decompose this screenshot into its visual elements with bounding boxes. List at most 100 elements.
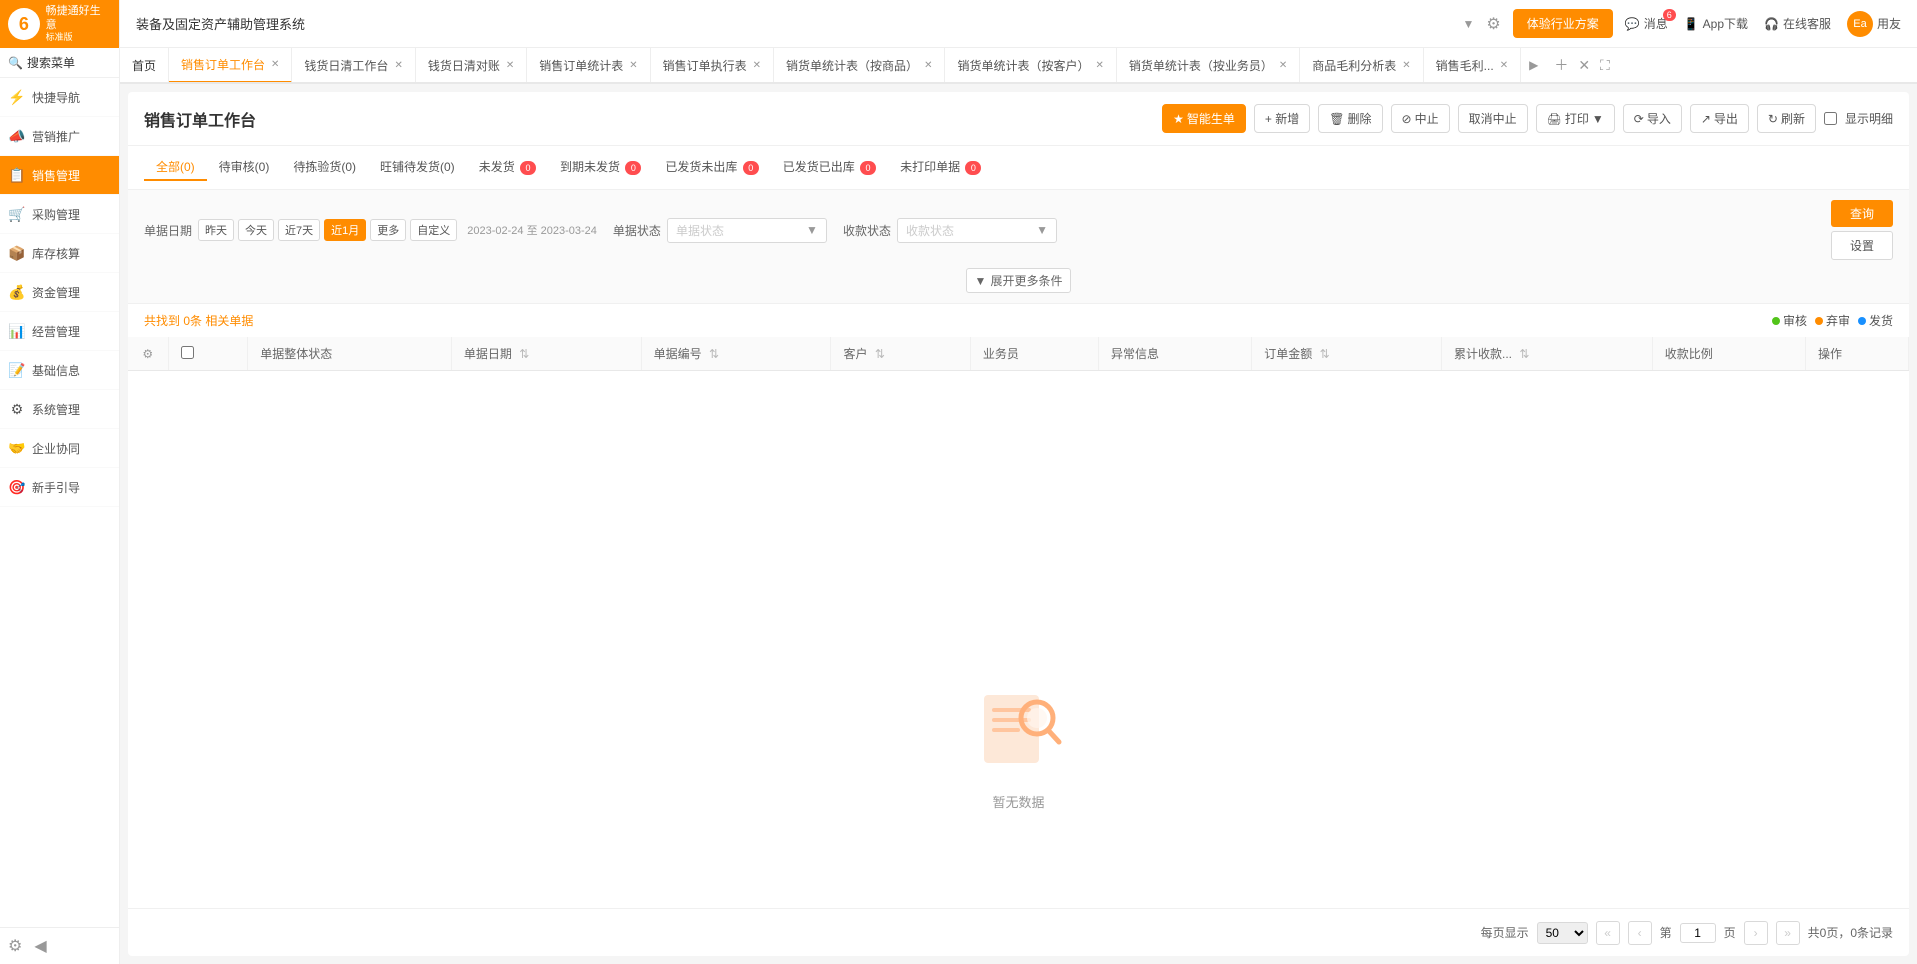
refresh-button[interactable]: ↻ 刷新	[1757, 104, 1816, 133]
print-button[interactable]: 🖨 打印 ▼	[1536, 104, 1615, 133]
query-button[interactable]: 查询	[1831, 200, 1893, 227]
cancel-stop-button[interactable]: 取消中止	[1458, 104, 1528, 133]
filter-tab-unprinted[interactable]: 未打印单据 0	[888, 154, 993, 181]
settings-gear-icon[interactable]: ⚙	[8, 936, 22, 956]
delete-button[interactable]: 🗑 删除	[1318, 104, 1382, 133]
tab-close-all-icon[interactable]: ✕	[1574, 55, 1594, 76]
table-col-amount[interactable]: 订单金额 ⇅	[1252, 337, 1442, 371]
system-dropdown[interactable]: ▼	[1462, 17, 1474, 31]
collapse-icon[interactable]: ◀	[34, 936, 46, 956]
tab-close-icon[interactable]: ✕	[1402, 60, 1410, 71]
payment-filter-select[interactable]: 收款状态 ▼	[897, 218, 1057, 243]
7days-btn[interactable]: 近7天	[278, 219, 320, 241]
tab-daily-clear[interactable]: 钱货日清工作台 ✕	[292, 48, 415, 83]
sidebar-item-finance[interactable]: 💰 资金管理	[0, 273, 119, 312]
filter-tab-pending-review[interactable]: 待审核(0)	[207, 154, 282, 181]
batch-ship-button[interactable]: 发货	[1858, 312, 1893, 329]
stop-button[interactable]: ⊘ 中止	[1391, 104, 1450, 133]
tab-sales-order-workbench[interactable]: 销售订单工作台 ✕	[169, 48, 292, 83]
prev-page-button[interactable]: ‹	[1628, 921, 1652, 945]
first-page-button[interactable]: «	[1596, 921, 1620, 945]
tab-sales-by-customer[interactable]: 销货单统计表（按客户） ✕	[945, 48, 1116, 83]
settings-condition-button[interactable]: 设置	[1831, 231, 1893, 260]
filter-tab-unshipped[interactable]: 未发货 0	[467, 154, 548, 181]
tab-daily-reconcile[interactable]: 钱货日清对账 ✕	[416, 48, 527, 83]
table-col-customer[interactable]: 客户 ⇅	[831, 337, 970, 371]
tab-sales-by-product[interactable]: 销货单统计表（按商品） ✕	[774, 48, 945, 83]
tab-sales-by-staff[interactable]: 销货单统计表（按业务员） ✕	[1117, 48, 1300, 83]
filter-tab-shipped-not-out[interactable]: 已发货未出库 0	[653, 154, 770, 181]
online-service-button[interactable]: 🎧 在线客服	[1764, 15, 1831, 32]
filter-tab-overdue-unshipped[interactable]: 到期未发货 0	[548, 154, 653, 181]
table-col-number[interactable]: 单据编号 ⇅	[641, 337, 831, 371]
sidebar-item-inventory[interactable]: 📦 库存核算	[0, 234, 119, 273]
filter-tab-all[interactable]: 全部(0)	[144, 154, 207, 181]
batch-reject-button[interactable]: 弃审	[1815, 312, 1850, 329]
tab-fullscreen-icon[interactable]: ⛶	[1596, 55, 1614, 76]
sidebar-item-sysadmin[interactable]: ⚙ 系统管理	[0, 390, 119, 429]
tab-sales-execution[interactable]: 销售订单执行表 ✕	[651, 48, 774, 83]
table-col-checkbox[interactable]	[168, 337, 248, 371]
per-page-select[interactable]: 50 100 200	[1537, 922, 1588, 944]
filter-tab-shipped-out[interactable]: 已发货已出库 0	[771, 154, 888, 181]
date-quick-btns: 昨天 今天 近7天 近1月 更多 自定义	[198, 219, 457, 241]
sidebar-item-collab[interactable]: 🤝 企业协同	[0, 429, 119, 468]
next-page-button[interactable]: ›	[1744, 921, 1768, 945]
tab-gross-profit[interactable]: 商品毛利分析表 ✕	[1300, 48, 1423, 83]
status-filter-select[interactable]: 单据状态 ▼	[667, 218, 827, 243]
select-all-checkbox[interactable]	[181, 346, 194, 359]
tab-close-icon[interactable]: ✕	[924, 60, 932, 71]
workspace: 销售订单工作台 ★ 智能生单 + 新增 🗑 删除 ⊘ 中止 取消	[128, 92, 1909, 956]
tab-close-icon[interactable]: ✕	[1095, 60, 1103, 71]
yesterday-btn[interactable]: 昨天	[198, 219, 234, 241]
show-detail-checkbox-label[interactable]: 显示明细	[1824, 110, 1893, 127]
smart-create-button[interactable]: ★ 智能生单	[1162, 104, 1246, 133]
topbar-gear-icon[interactable]: ⚙	[1486, 14, 1500, 34]
sidebar-item-quicknav[interactable]: ⚡ 快捷导航	[0, 78, 119, 117]
filter-tab-pending-inspect[interactable]: 待拣验货(0)	[281, 154, 368, 181]
filter-tab-wangpu-pending[interactable]: 旺铺待发货(0)	[368, 154, 467, 181]
tab-close-icon[interactable]: ✕	[506, 60, 514, 71]
batch-approve-button[interactable]: 审核	[1772, 312, 1807, 329]
tab-close-icon[interactable]: ✕	[629, 60, 637, 71]
custom-date-btn[interactable]: 自定义	[410, 219, 457, 241]
tab-close-icon[interactable]: ✕	[1279, 60, 1287, 71]
tab-close-icon[interactable]: ✕	[271, 59, 279, 70]
sidebar-item-operation[interactable]: 📊 经营管理	[0, 312, 119, 351]
table-col-collected[interactable]: 累计收款... ⇅	[1442, 337, 1653, 371]
message-button[interactable]: 💬 消息 6	[1625, 15, 1668, 32]
sidebar-item-tutorial[interactable]: 🎯 新手引导	[0, 468, 119, 507]
1month-btn[interactable]: 近1月	[324, 219, 366, 241]
last-page-button[interactable]: »	[1776, 921, 1800, 945]
tab-plus-icon[interactable]: ＋	[1550, 53, 1572, 77]
print-dropdown-icon: ▼	[1592, 112, 1604, 126]
tab-sales-gross[interactable]: 销售毛利... ✕	[1424, 48, 1521, 83]
expand-conditions-button[interactable]: ▼ 展开更多条件	[966, 268, 1072, 293]
table-col-settings[interactable]: ⚙	[128, 337, 168, 371]
add-button[interactable]: + 新增	[1254, 104, 1310, 133]
tab-sales-stats[interactable]: 销售订单统计表 ✕	[527, 48, 650, 83]
table-scroll-container[interactable]: ⚙ 单据整体状态 单据日期 ⇅	[128, 337, 1909, 583]
app-download-button[interactable]: 📱 App下载	[1684, 15, 1748, 32]
today-btn[interactable]: 今天	[238, 219, 274, 241]
page-input[interactable]	[1680, 923, 1716, 943]
per-page-label: 每页显示	[1481, 924, 1529, 941]
sidebar-item-purchase[interactable]: 🛒 采购管理	[0, 195, 119, 234]
sidebar-item-sales[interactable]: 📋 销售管理	[0, 156, 119, 195]
more-date-btn[interactable]: 更多	[370, 219, 406, 241]
tab-home[interactable]: 首页	[120, 48, 169, 83]
industry-solution-button[interactable]: 体验行业方案	[1513, 9, 1613, 38]
user-menu-button[interactable]: Ea 用友	[1847, 11, 1901, 37]
export-button[interactable]: ↗ 导出	[1690, 104, 1749, 133]
column-settings-icon[interactable]: ⚙	[142, 347, 153, 361]
sidebar-item-basicinfo[interactable]: 📝 基础信息	[0, 351, 119, 390]
import-button[interactable]: ⟳ 导入	[1623, 104, 1682, 133]
tab-more-button[interactable]: ▶	[1521, 58, 1546, 72]
tab-close-icon[interactable]: ✕	[753, 60, 761, 71]
sidebar-item-search[interactable]: 🔍 搜索菜单	[0, 48, 119, 78]
show-detail-checkbox[interactable]	[1824, 112, 1837, 125]
sidebar-item-marketing[interactable]: 📣 营销推广	[0, 117, 119, 156]
tab-close-icon[interactable]: ✕	[1500, 60, 1508, 71]
table-col-date[interactable]: 单据日期 ⇅	[451, 337, 641, 371]
tab-close-icon[interactable]: ✕	[394, 60, 402, 71]
